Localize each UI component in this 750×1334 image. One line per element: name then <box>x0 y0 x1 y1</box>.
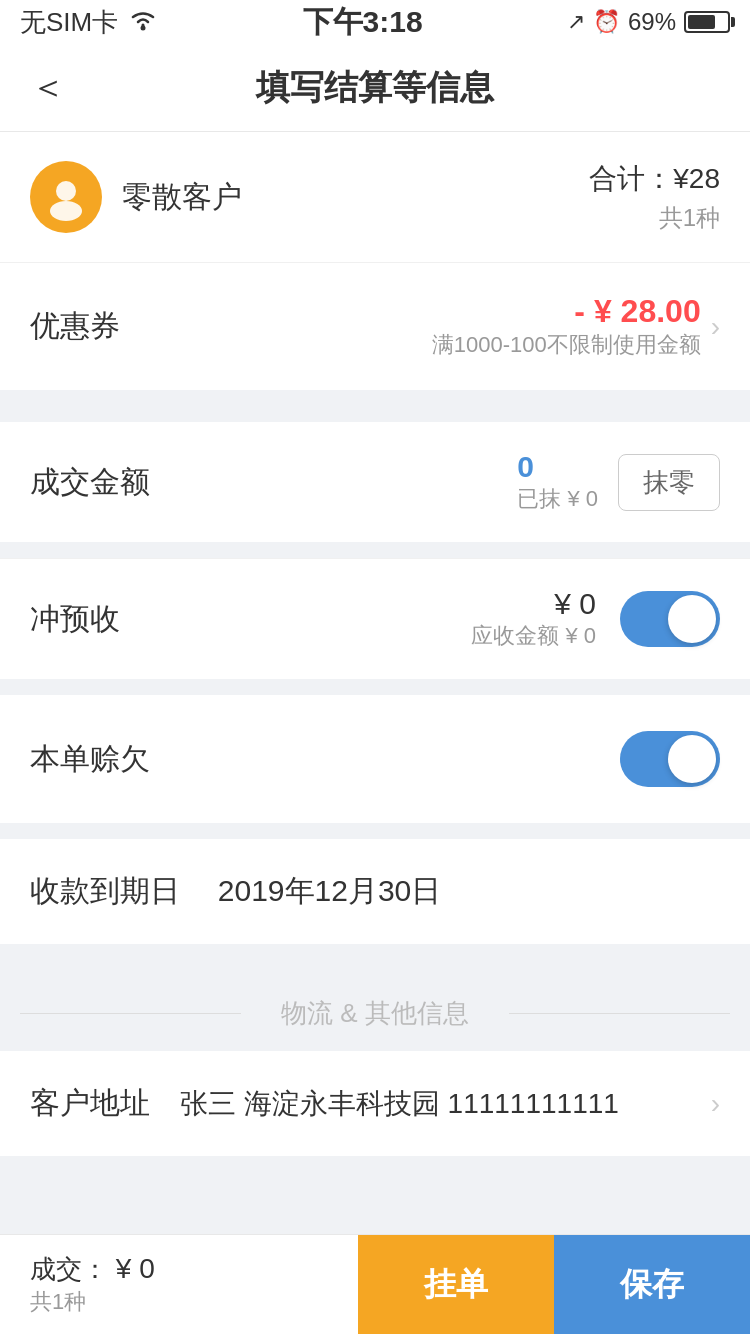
status-bar: 无SIM卡 下午3:18 ↗ ⏰ 69% <box>0 0 750 44</box>
location-icon: ↗ <box>567 9 585 35</box>
deal-amount-value[interactable]: 0 <box>517 450 598 484</box>
deal-amount-label: 成交金额 <box>30 462 150 503</box>
alarm-icon: ⏰ <box>593 9 620 35</box>
address-label: 客户地址 <box>30 1083 150 1124</box>
customer-total: 合计：¥28 <box>589 160 720 198</box>
battery-fill <box>688 15 715 29</box>
avatar <box>30 161 102 233</box>
address-chevron: › <box>711 1088 720 1120</box>
debt-label: 本单赊欠 <box>30 739 150 780</box>
prepay-toggle[interactable] <box>620 591 720 647</box>
status-left: 无SIM卡 <box>20 5 158 40</box>
customer-section: 零散客户 合计：¥28 共1种 优惠券 - ¥ 28.00 满1000-100不… <box>0 132 750 390</box>
coupon-desc: 满1000-100不限制使用金额 <box>432 330 701 360</box>
prepay-label: 冲预收 <box>30 599 120 640</box>
coupon-row[interactable]: 优惠券 - ¥ 28.00 满1000-100不限制使用金额 › <box>0 262 750 390</box>
section-divider-3 <box>0 960 750 976</box>
debt-section: 本单赊欠 <box>0 695 750 823</box>
hang-button[interactable]: 挂单 <box>358 1235 554 1334</box>
customer-left: 零散客户 <box>30 161 242 233</box>
save-button[interactable]: 保存 <box>554 1235 750 1334</box>
page-title: 填写结算等信息 <box>256 65 494 111</box>
section-divider-1 <box>0 406 750 422</box>
bottom-deal-row: 成交： ¥ 0 <box>30 1252 328 1287</box>
address-value: 张三 海淀永丰科技园 11111111111 <box>180 1085 711 1123</box>
bottom-deal-label: 成交： <box>30 1254 108 1284</box>
coupon-chevron-icon: › <box>711 311 720 343</box>
address-section[interactable]: 客户地址 张三 海淀永丰科技园 11111111111 › <box>0 1051 750 1156</box>
customer-row: 零散客户 合计：¥28 共1种 <box>0 132 750 262</box>
wifi-icon <box>128 7 158 38</box>
logistics-text: 物流 & 其他信息 <box>281 996 469 1031</box>
coupon-discount: - ¥ 28.00 <box>432 293 701 330</box>
roundup-button[interactable]: 抹零 <box>618 454 720 511</box>
prepay-row: 冲预收 ¥ 0 应收金额 ¥ 0 <box>0 559 750 679</box>
deal-amount-sub: 已抹 ¥ 0 <box>517 484 598 514</box>
battery-percent: 69% <box>628 8 676 36</box>
customer-name: 零散客户 <box>122 177 242 218</box>
deal-amount-row: 成交金额 0 已抹 ¥ 0 抹零 <box>30 422 720 542</box>
bottom-count: 共1种 <box>30 1287 328 1317</box>
prepay-main-value: ¥ 0 <box>471 587 596 621</box>
bottom-deal-value: ¥ 0 <box>116 1253 155 1284</box>
bottom-info: 成交： ¥ 0 共1种 <box>0 1235 358 1334</box>
prepay-section: 冲预收 ¥ 0 应收金额 ¥ 0 <box>0 558 750 679</box>
coupon-label: 优惠券 <box>30 306 120 347</box>
customer-count: 共1种 <box>589 202 720 234</box>
svg-point-0 <box>141 25 146 30</box>
logistics-divider: 物流 & 其他信息 <box>0 976 750 1051</box>
debt-toggle[interactable] <box>620 731 720 787</box>
coupon-right: - ¥ 28.00 满1000-100不限制使用金额 › <box>432 293 720 360</box>
toggle-knob <box>668 595 716 643</box>
amount-section: 成交金额 0 已抹 ¥ 0 抹零 <box>0 422 750 542</box>
prepay-values: ¥ 0 应收金额 ¥ 0 <box>471 587 596 651</box>
prepay-sub-value: 应收金额 ¥ 0 <box>471 621 596 651</box>
svg-point-1 <box>56 181 76 201</box>
coupon-text-block: - ¥ 28.00 满1000-100不限制使用金额 <box>432 293 701 360</box>
status-right: ↗ ⏰ 69% <box>567 8 730 36</box>
duedate-label: 收款到期日 <box>30 874 180 907</box>
prepay-right: ¥ 0 应收金额 ¥ 0 <box>471 587 720 651</box>
section-divider-2 <box>0 679 750 695</box>
duedate-section: 收款到期日 2019年12月30日 <box>0 839 750 944</box>
deal-amount-right: 0 已抹 ¥ 0 抹零 <box>517 450 720 514</box>
battery-icon <box>684 11 730 33</box>
customer-right: 合计：¥28 共1种 <box>589 160 720 234</box>
svg-point-2 <box>50 201 82 221</box>
carrier-text: 无SIM卡 <box>20 5 118 40</box>
status-time: 下午3:18 <box>303 2 423 43</box>
duedate-value: 2019年12月30日 <box>218 874 441 907</box>
debt-toggle-knob <box>668 735 716 783</box>
back-button[interactable]: ＜ <box>30 63 66 112</box>
nav-bar: ＜ 填写结算等信息 <box>0 44 750 132</box>
bottom-bar: 成交： ¥ 0 共1种 挂单 保存 <box>0 1234 750 1334</box>
